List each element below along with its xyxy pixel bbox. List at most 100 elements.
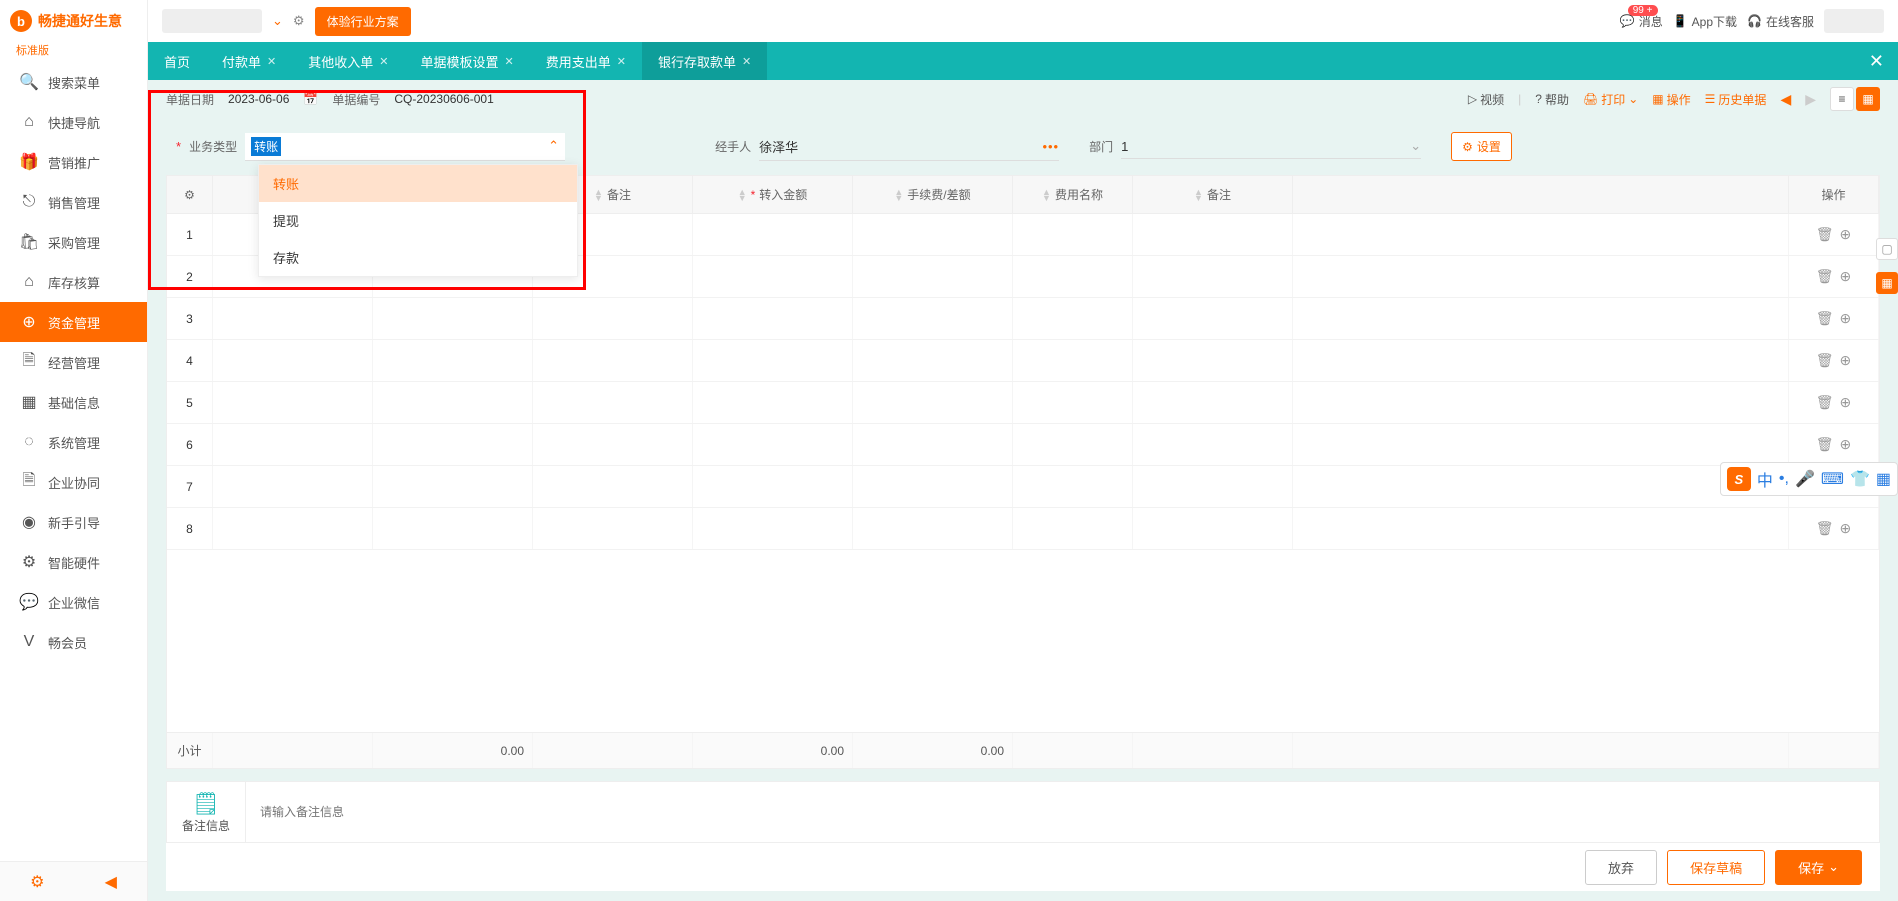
delete-icon[interactable]: 🗑 [1816,436,1834,453]
chevron-down-icon[interactable]: ⌄ [272,13,283,29]
nav-inventory[interactable]: ⌂库存核算 [0,262,147,302]
nav-basicinfo[interactable]: ▦基础信息 [0,382,147,422]
gear-icon[interactable]: ⚙ [293,13,305,29]
nav-member[interactable]: V畅会员 [0,622,147,662]
trial-button[interactable]: 体验行业方案 [315,7,411,36]
nav-wechat[interactable]: 💬企业微信 [0,582,147,622]
add-icon[interactable]: ⊕ [1840,520,1852,537]
nav-guide[interactable]: ◉新手引导 [0,502,147,542]
ime-skin-icon[interactable]: 👕 [1850,469,1870,489]
dock-item-2[interactable]: ▦ [1876,272,1898,294]
history-link[interactable]: ☰历史单据 [1705,91,1767,108]
close-icon[interactable]: ✕ [617,55,626,68]
nav-operation[interactable]: 🗎经营管理 [0,342,147,382]
operate-link[interactable]: ▦操作 [1652,91,1690,108]
tab-bank-deposit[interactable]: 银行存取款单✕ [642,42,767,80]
add-icon[interactable]: ⊕ [1840,226,1852,243]
th-in-amount[interactable]: ▲▼*转入金额 [693,176,853,213]
ime-menu-icon[interactable]: ▦ [1876,469,1891,489]
dropdown-option-deposit[interactable]: 存款 [259,239,577,276]
add-icon[interactable]: ⊕ [1840,394,1852,411]
nav-quicknav[interactable]: ⌂快捷导航 [0,102,147,142]
save-draft-button[interactable]: 保存草稿 [1667,850,1765,885]
delete-icon[interactable]: 🗑 [1816,520,1834,537]
ime-toolbar[interactable]: S 中 •, 🎤 ⌨ 👕 ▦ [1720,462,1898,496]
delete-icon[interactable]: 🗑 [1816,394,1834,411]
more-icon[interactable]: ••• [1042,139,1059,154]
settings-button[interactable]: ⚙设置 [1451,132,1512,161]
save-button[interactable]: 保存⌄ [1775,850,1862,885]
dept-field: 部门 1 ⌄ [1089,134,1421,159]
tab-expense[interactable]: 费用支出单✕ [530,42,642,80]
nav-marketing[interactable]: 🎁营销推广 [0,142,147,182]
th-fee[interactable]: ▲▼手续费/差额 [853,176,1013,213]
sidebar: b 畅捷通好生意 标准版 🔍搜索菜单 ⌂快捷导航 🎁营销推广 ⎋销售管理 🛍采购… [0,0,148,901]
tabs: 首页 付款单✕ 其他收入单✕ 单据模板设置✕ 费用支出单✕ 银行存取款单✕ ✕ [148,42,1898,80]
close-icon[interactable]: ✕ [505,55,514,68]
doc-date-value[interactable]: 2023-06-06 [228,92,289,106]
user-avatar-blurred[interactable] [1824,9,1884,33]
ime-mic-icon[interactable]: 🎤 [1795,469,1815,489]
grid-view-icon[interactable]: ▦ [1856,87,1880,111]
remark-input[interactable] [245,782,1879,842]
messages-link[interactable]: 99 + 💬消息 [1620,13,1663,30]
table-row[interactable]: 6🗑⊕ [167,424,1879,466]
tabs-close-all[interactable]: ✕ [1855,42,1898,80]
delete-icon[interactable]: 🗑 [1816,310,1834,327]
prev-doc-icon[interactable]: ◀ [1780,91,1791,108]
add-icon[interactable]: ⊕ [1840,310,1852,327]
handler-input[interactable]: 徐泽华 ••• [759,133,1059,161]
print-link[interactable]: 🖨打印⌄ [1583,91,1638,108]
company-selector-blurred[interactable] [162,9,262,33]
collapse-icon[interactable]: ◀ [105,872,117,892]
ime-punct-icon[interactable]: •, [1779,470,1789,488]
calendar-icon[interactable]: 📅 [303,92,318,106]
th-fee-name[interactable]: ▲▼费用名称 [1013,176,1133,213]
tab-other-income[interactable]: 其他收入单✕ [292,42,404,80]
close-icon[interactable]: ✕ [267,55,276,68]
th-gear[interactable]: ⚙ [167,176,213,213]
delete-icon[interactable]: 🗑 [1816,268,1834,285]
ime-zh-icon[interactable]: 中 [1757,467,1773,491]
delete-icon[interactable]: 🗑 [1816,352,1834,369]
tab-home[interactable]: 首页 [148,42,206,80]
dropdown-option-withdraw[interactable]: 提现 [259,202,577,239]
online-cs-link[interactable]: 🎧在线客服 [1747,13,1814,30]
delete-icon[interactable]: 🗑 [1816,226,1834,243]
biz-type-select[interactable]: 转账 ⌃ [245,133,565,161]
nav-sales[interactable]: ⎋销售管理 [0,182,147,222]
dropdown-option-transfer[interactable]: 转账 [259,165,577,202]
th-remark2[interactable]: ▲▼备注 [1133,176,1293,213]
nav-funds[interactable]: ⊕资金管理 [0,302,147,342]
nav-hardware[interactable]: ⚙智能硬件 [0,542,147,582]
app-download-link[interactable]: 📱App下载 [1673,13,1737,30]
next-doc-icon[interactable]: ▶ [1805,91,1816,108]
table-row[interactable]: 3🗑⊕ [167,298,1879,340]
ime-keyboard-icon[interactable]: ⌨ [1821,469,1844,489]
video-link[interactable]: ▷视频 [1468,91,1504,108]
abandon-button[interactable]: 放弃 [1585,850,1657,885]
nav-search-menu[interactable]: 🔍搜索菜单 [0,62,147,102]
table-row[interactable]: 4🗑⊕ [167,340,1879,382]
right-dock: ▢ ▦ [1876,238,1898,294]
add-icon[interactable]: ⊕ [1840,436,1852,453]
table-row[interactable]: 7🗑⊕ [167,466,1879,508]
help-link[interactable]: ?帮助 [1535,91,1569,108]
nav-purchase[interactable]: 🛍采购管理 [0,222,147,262]
add-icon[interactable]: ⊕ [1840,268,1852,285]
table-row[interactable]: 8🗑⊕ [167,508,1879,550]
chevron-down-icon: ⌄ [1828,859,1839,875]
tab-payment[interactable]: 付款单✕ [206,42,292,80]
table-row[interactable]: 5🗑⊕ [167,382,1879,424]
dept-input[interactable]: 1 ⌄ [1121,134,1421,159]
nav-enterprise[interactable]: 🗎企业协同 [0,462,147,502]
message-icon: 💬 [1620,14,1635,28]
settings-icon[interactable]: ⚙ [30,872,44,892]
nav-system[interactable]: ◌系统管理 [0,422,147,462]
close-icon[interactable]: ✕ [379,55,388,68]
list-view-icon[interactable]: ≡ [1830,87,1854,111]
tab-template[interactable]: 单据模板设置✕ [404,42,529,80]
add-icon[interactable]: ⊕ [1840,352,1852,369]
dock-item-1[interactable]: ▢ [1876,238,1898,260]
close-icon[interactable]: ✕ [742,55,751,68]
